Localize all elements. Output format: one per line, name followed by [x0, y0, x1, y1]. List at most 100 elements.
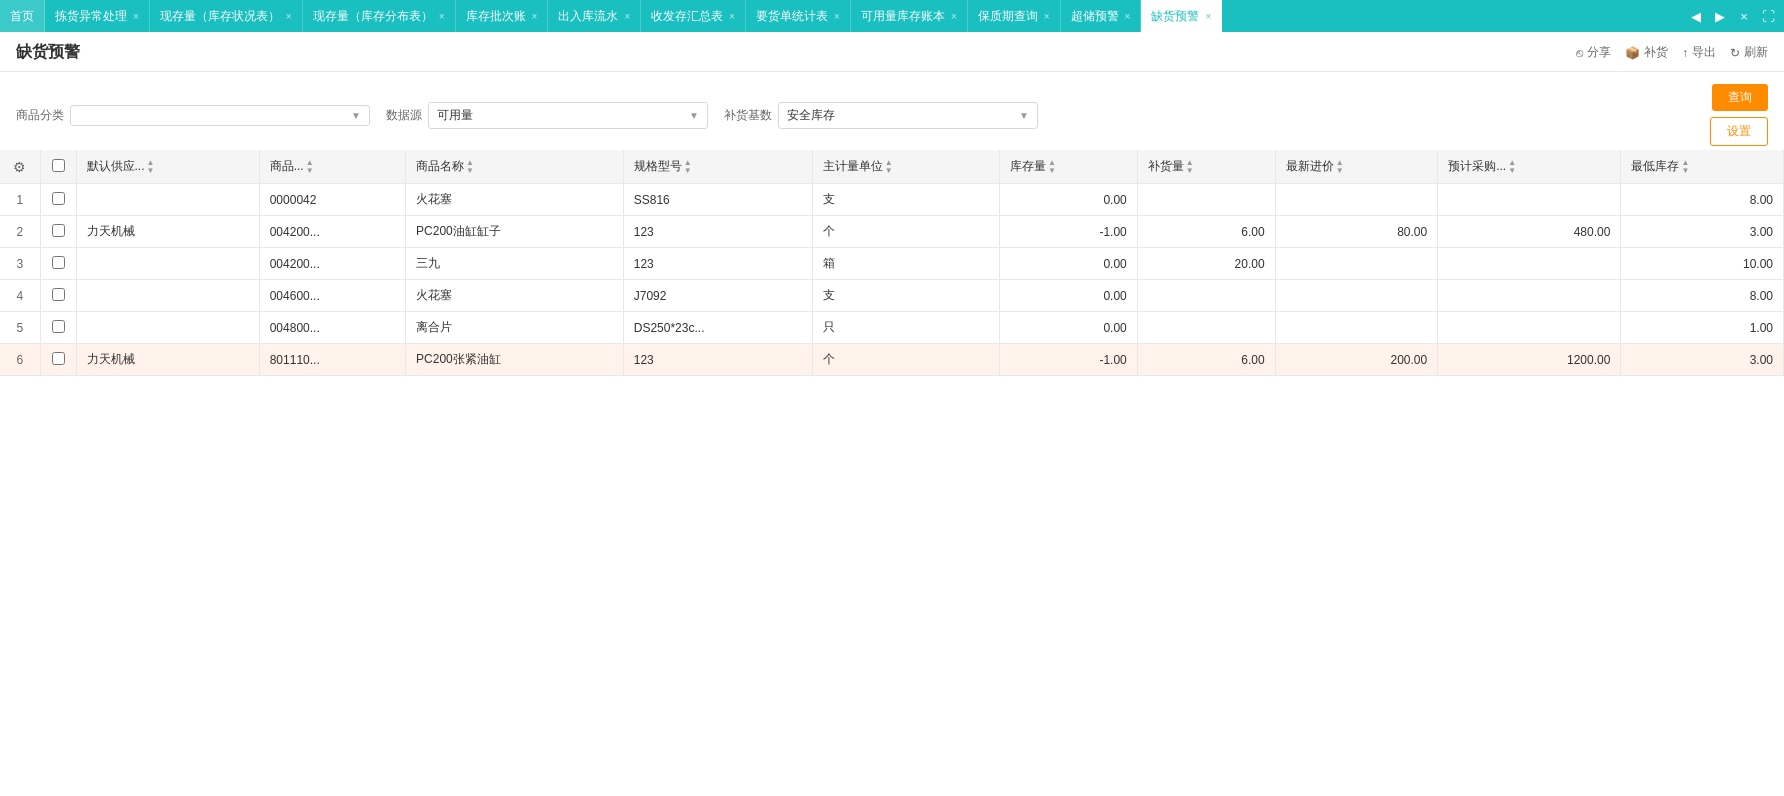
row-replenish-2: 20.00 [1137, 248, 1275, 280]
row-est-purchase-0 [1438, 184, 1621, 216]
min-stock-sort-icon[interactable]: ▲▼ [1681, 159, 1689, 175]
tab-summary-close[interactable]: × [729, 11, 735, 22]
row-min-stock-5: 3.00 [1621, 344, 1784, 376]
row-spec-3: J7092 [623, 280, 812, 312]
data-table: ⚙ 默认供应... ▲▼ 商品... ▲▼ [0, 150, 1784, 376]
tab-shortage[interactable]: 缺货预警 × [1141, 0, 1222, 32]
replenish-button[interactable]: 📦 补货 [1625, 44, 1668, 61]
row-stock-5: -1.00 [999, 344, 1137, 376]
datasource-select[interactable]: 可用量 ▼ [428, 102, 708, 129]
nav-close-button[interactable]: × [1732, 4, 1756, 28]
row-product-code-1: 004200... [259, 216, 405, 248]
select-all-checkbox[interactable] [52, 159, 65, 172]
tab-expiry[interactable]: 保质期查询 × [968, 0, 1061, 32]
row-supplier-3 [76, 280, 259, 312]
datasource-filter-group: 数据源 可用量 ▼ [386, 102, 708, 129]
tab-stock-status-close[interactable]: × [286, 11, 292, 22]
tab-batch[interactable]: 库存批次账 × [456, 0, 549, 32]
tab-stock-dist-close[interactable]: × [439, 11, 445, 22]
tab-shortage-label: 缺货预警 [1151, 8, 1199, 25]
stock-sort-icon[interactable]: ▲▼ [1048, 159, 1056, 175]
tab-shortage-close[interactable]: × [1205, 11, 1211, 22]
query-button[interactable]: 查询 [1712, 84, 1768, 111]
row-unit-3: 支 [812, 280, 999, 312]
settings-gear-icon[interactable]: ⚙ [13, 159, 26, 175]
tab-overstock-label: 超储预警 [1071, 8, 1119, 25]
col-stock: 库存量 ▲▼ [999, 150, 1137, 184]
setting-button[interactable]: 设置 [1710, 117, 1768, 146]
row-num-1: 2 [0, 216, 40, 248]
export-button[interactable]: ↑ 导出 [1682, 44, 1716, 61]
tab-expiry-close[interactable]: × [1044, 11, 1050, 22]
tab-flow[interactable]: 出入库流水 × [548, 0, 641, 32]
tab-picking[interactable]: 拣货异常处理 × [45, 0, 150, 32]
tab-stock-dist-label: 现存量（库存分布表） [313, 8, 433, 25]
col-checkbox[interactable] [40, 150, 76, 184]
row-checkbox-5[interactable] [40, 344, 76, 376]
tab-batch-close[interactable]: × [532, 11, 538, 22]
tab-stock-status[interactable]: 现存量（库存状况表） × [150, 0, 303, 32]
tab-flow-close[interactable]: × [624, 11, 630, 22]
est-purchase-sort-icon[interactable]: ▲▼ [1508, 159, 1516, 175]
tab-summary[interactable]: 收发存汇总表 × [641, 0, 746, 32]
row-spec-5: 123 [623, 344, 812, 376]
table-body: 1 0000042 火花塞 SS816 支 0.00 8.00 2 力天机械 0… [0, 184, 1784, 376]
row-product-name-2: 三九 [406, 248, 624, 280]
replenish-sort-icon[interactable]: ▲▼ [1186, 159, 1194, 175]
col-unit: 主计量单位 ▲▼ [812, 150, 999, 184]
row-select-checkbox-5[interactable] [52, 352, 65, 365]
replenish-select[interactable]: 安全库存 ▼ [778, 102, 1038, 129]
row-est-purchase-5: 1200.00 [1438, 344, 1621, 376]
row-unit-4: 只 [812, 312, 999, 344]
replenish-arrow-icon: ▼ [1019, 110, 1029, 121]
tab-requisition-close[interactable]: × [834, 11, 840, 22]
share-button[interactable]: ⎋ 分享 [1576, 44, 1611, 61]
row-num-3: 4 [0, 280, 40, 312]
unit-sort-icon[interactable]: ▲▼ [885, 159, 893, 175]
row-replenish-5: 6.00 [1137, 344, 1275, 376]
spec-sort-icon[interactable]: ▲▼ [684, 159, 692, 175]
row-select-checkbox-2[interactable] [52, 256, 65, 269]
tab-home[interactable]: 首页 [0, 0, 45, 32]
supplier-sort-icon[interactable]: ▲▼ [147, 159, 155, 175]
row-product-code-5: 801110... [259, 344, 405, 376]
tab-stock-dist[interactable]: 现存量（库存分布表） × [303, 0, 456, 32]
tab-batch-label: 库存批次账 [466, 8, 526, 25]
tab-overstock-close[interactable]: × [1125, 11, 1131, 22]
replenish-label: 补货基数 [724, 107, 772, 124]
tab-picking-close[interactable]: × [133, 11, 139, 22]
row-checkbox-0[interactable] [40, 184, 76, 216]
row-select-checkbox-1[interactable] [52, 224, 65, 237]
category-select[interactable]: ▼ [70, 105, 370, 126]
header-actions: ⎋ 分享 📦 补货 ↑ 导出 ↻ 刷新 [1576, 44, 1768, 61]
category-arrow-icon: ▼ [351, 110, 361, 121]
latest-price-sort-icon[interactable]: ▲▼ [1336, 159, 1344, 175]
tab-requisition[interactable]: 要货单统计表 × [746, 0, 851, 32]
nav-next-button[interactable]: ▶ [1708, 4, 1732, 28]
row-checkbox-1[interactable] [40, 216, 76, 248]
row-select-checkbox-3[interactable] [52, 288, 65, 301]
row-checkbox-3[interactable] [40, 280, 76, 312]
table-row: 3 004200... 三九 123 箱 0.00 20.00 10.00 [0, 248, 1784, 280]
refresh-button[interactable]: ↻ 刷新 [1730, 44, 1768, 61]
row-checkbox-2[interactable] [40, 248, 76, 280]
replenish-label: 补货 [1644, 44, 1668, 61]
nav-controls: ◀ ▶ × ⛶ [1684, 4, 1784, 28]
row-select-checkbox-0[interactable] [52, 192, 65, 205]
tab-overstock[interactable]: 超储预警 × [1061, 0, 1142, 32]
tab-summary-label: 收发存汇总表 [651, 8, 723, 25]
nav-prev-button[interactable]: ◀ [1684, 4, 1708, 28]
col-settings[interactable]: ⚙ [0, 150, 40, 184]
row-checkbox-4[interactable] [40, 312, 76, 344]
row-latest-price-3 [1275, 280, 1438, 312]
tab-available-close[interactable]: × [951, 11, 957, 22]
table-row: 5 004800... 离合片 DS250*23c... 只 0.00 1.00 [0, 312, 1784, 344]
nav-fullscreen-button[interactable]: ⛶ [1756, 4, 1780, 28]
row-spec-4: DS250*23c... [623, 312, 812, 344]
product-code-sort-icon[interactable]: ▲▼ [306, 159, 314, 175]
tab-available[interactable]: 可用量库存账本 × [851, 0, 968, 32]
product-name-sort-icon[interactable]: ▲▼ [466, 159, 474, 175]
tab-requisition-label: 要货单统计表 [756, 8, 828, 25]
row-select-checkbox-4[interactable] [52, 320, 65, 333]
tab-stock-status-label: 现存量（库存状况表） [160, 8, 280, 25]
